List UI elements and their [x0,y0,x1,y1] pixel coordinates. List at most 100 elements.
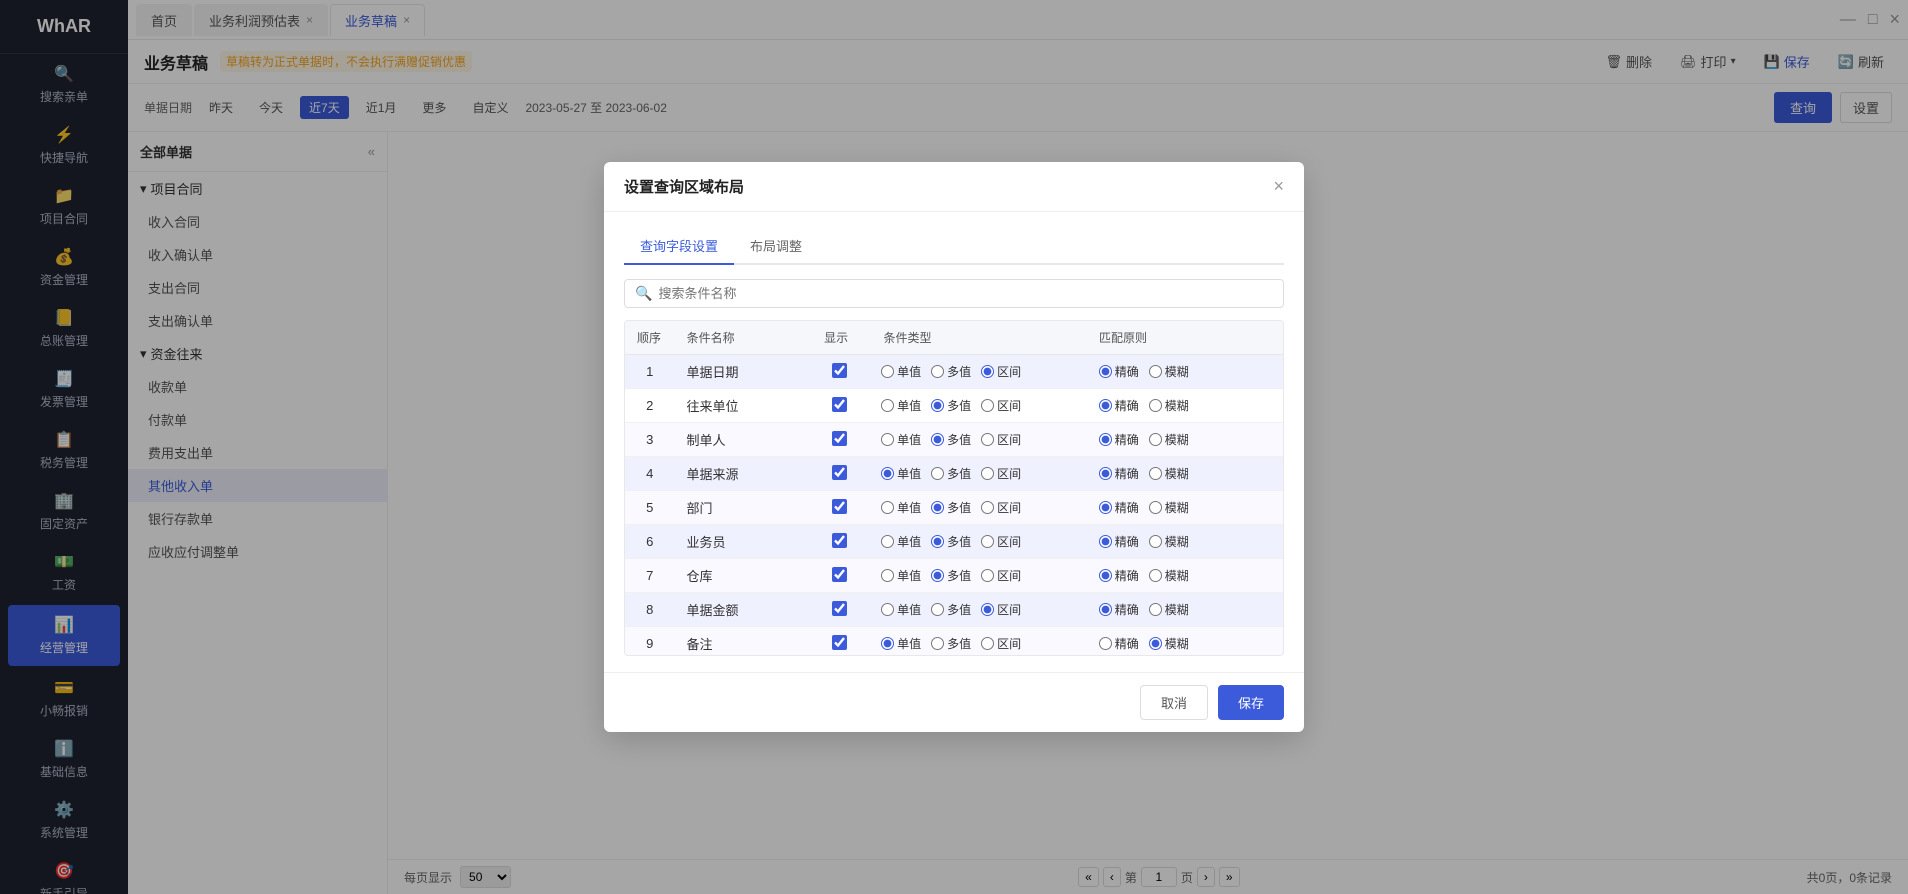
type-radio-item[interactable]: 多值 [931,397,971,414]
match-radio[interactable] [1099,637,1112,650]
type-radio[interactable] [981,637,994,650]
type-radio-item[interactable]: 单值 [881,567,921,584]
match-radio-item[interactable]: 模糊 [1149,465,1189,482]
match-radio[interactable] [1099,467,1112,480]
type-radio[interactable] [981,501,994,514]
type-radio[interactable] [881,501,894,514]
type-radio-item[interactable]: 区间 [981,635,1021,652]
type-radio-item[interactable]: 区间 [981,397,1021,414]
match-radio-item[interactable]: 模糊 [1149,635,1189,652]
match-radio[interactable] [1099,399,1112,412]
show-checkbox[interactable] [832,431,847,446]
match-radio-item[interactable]: 精确 [1099,499,1139,516]
match-radio-item[interactable]: 模糊 [1149,431,1189,448]
match-radio-item[interactable]: 模糊 [1149,499,1189,516]
type-radio[interactable] [981,399,994,412]
type-radio[interactable] [931,365,944,378]
type-radio-item[interactable]: 多值 [931,465,971,482]
show-checkbox[interactable] [832,499,847,514]
type-radio-item[interactable]: 多值 [931,363,971,380]
show-checkbox[interactable] [832,635,847,650]
match-radio-item[interactable]: 精确 [1099,567,1139,584]
type-radio[interactable] [931,603,944,616]
type-radio-item[interactable]: 区间 [981,533,1021,550]
match-radio[interactable] [1149,569,1162,582]
type-radio-item[interactable]: 单值 [881,397,921,414]
type-radio[interactable] [881,535,894,548]
type-radio[interactable] [931,467,944,480]
type-radio[interactable] [881,399,894,412]
match-radio-item[interactable]: 模糊 [1149,363,1189,380]
match-radio[interactable] [1149,399,1162,412]
modal-save-button[interactable]: 保存 [1218,685,1284,720]
type-radio-item[interactable]: 单值 [881,635,921,652]
show-checkbox[interactable] [832,363,847,378]
match-radio[interactable] [1099,603,1112,616]
match-radio-item[interactable]: 模糊 [1149,533,1189,550]
type-radio[interactable] [931,501,944,514]
type-radio-item[interactable]: 区间 [981,567,1021,584]
match-radio[interactable] [1149,603,1162,616]
type-radio-item[interactable]: 多值 [931,431,971,448]
type-radio[interactable] [981,569,994,582]
type-radio-item[interactable]: 单值 [881,533,921,550]
type-radio[interactable] [881,603,894,616]
type-radio[interactable] [931,399,944,412]
type-radio[interactable] [881,637,894,650]
search-input[interactable] [658,286,1273,301]
match-radio-item[interactable]: 精确 [1099,533,1139,550]
type-radio-item[interactable]: 区间 [981,499,1021,516]
match-radio[interactable] [1099,501,1112,514]
type-radio[interactable] [981,603,994,616]
type-radio-item[interactable]: 区间 [981,431,1021,448]
match-radio[interactable] [1149,535,1162,548]
type-radio-item[interactable]: 多值 [931,533,971,550]
match-radio-item[interactable]: 精确 [1099,363,1139,380]
cancel-button[interactable]: 取消 [1140,685,1208,720]
match-radio-item[interactable]: 精确 [1099,465,1139,482]
type-radio[interactable] [881,467,894,480]
type-radio-item[interactable]: 单值 [881,499,921,516]
show-checkbox[interactable] [832,533,847,548]
type-radio-item[interactable]: 单值 [881,363,921,380]
show-checkbox[interactable] [832,465,847,480]
type-radio-item[interactable]: 多值 [931,567,971,584]
show-checkbox[interactable] [832,567,847,582]
match-radio-item[interactable]: 精确 [1099,601,1139,618]
type-radio[interactable] [881,433,894,446]
type-radio-item[interactable]: 区间 [981,465,1021,482]
match-radio[interactable] [1149,501,1162,514]
type-radio-item[interactable]: 多值 [931,601,971,618]
type-radio[interactable] [931,569,944,582]
match-radio[interactable] [1149,433,1162,446]
type-radio[interactable] [981,535,994,548]
match-radio[interactable] [1149,637,1162,650]
type-radio[interactable] [931,535,944,548]
modal-tab-field[interactable]: 查询字段设置 [624,228,734,265]
match-radio-item[interactable]: 模糊 [1149,397,1189,414]
match-radio-item[interactable]: 精确 [1099,431,1139,448]
match-radio-item[interactable]: 模糊 [1149,567,1189,584]
type-radio[interactable] [931,637,944,650]
show-checkbox[interactable] [832,397,847,412]
type-radio-item[interactable]: 区间 [981,363,1021,380]
type-radio-item[interactable]: 单值 [881,431,921,448]
type-radio[interactable] [981,365,994,378]
match-radio-item[interactable]: 精确 [1099,397,1139,414]
type-radio[interactable] [881,365,894,378]
match-radio[interactable] [1099,433,1112,446]
show-checkbox[interactable] [832,601,847,616]
type-radio[interactable] [931,433,944,446]
match-radio-item[interactable]: 模糊 [1149,601,1189,618]
match-radio-item[interactable]: 精确 [1099,635,1139,652]
type-radio-item[interactable]: 区间 [981,601,1021,618]
type-radio[interactable] [981,433,994,446]
match-radio[interactable] [1149,467,1162,480]
modal-tab-layout[interactable]: 布局调整 [734,228,818,265]
type-radio[interactable] [981,467,994,480]
match-radio[interactable] [1099,535,1112,548]
type-radio[interactable] [881,569,894,582]
match-radio[interactable] [1099,365,1112,378]
type-radio-item[interactable]: 单值 [881,465,921,482]
match-radio[interactable] [1149,365,1162,378]
